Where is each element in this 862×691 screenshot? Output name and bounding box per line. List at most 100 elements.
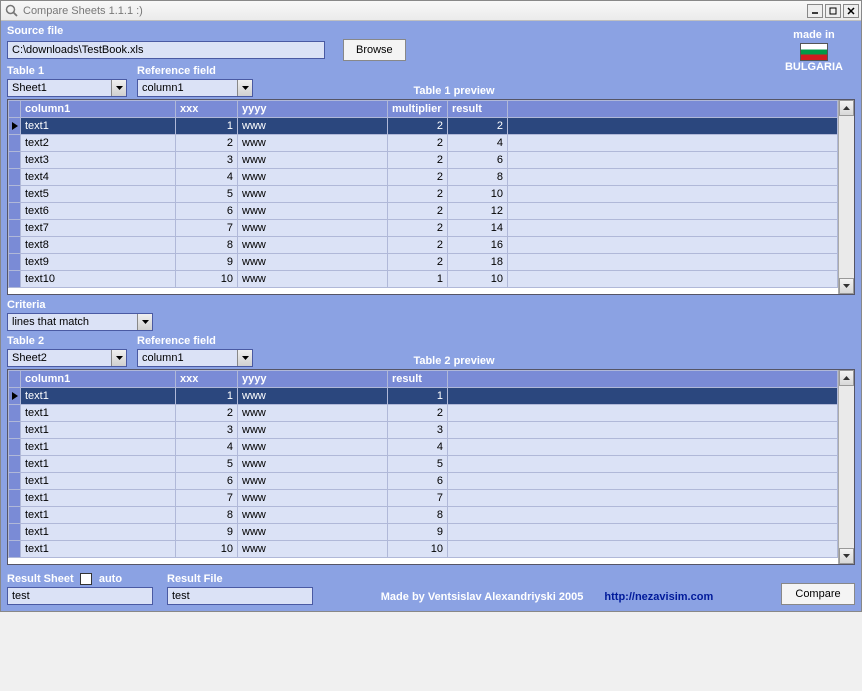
table-row[interactable]: text15www5 bbox=[9, 456, 838, 473]
cell[interactable]: 5 bbox=[176, 456, 238, 473]
cell[interactable]: 9 bbox=[176, 524, 238, 541]
criteria-select[interactable]: lines that match bbox=[7, 313, 153, 331]
cell[interactable]: text1 bbox=[21, 118, 176, 135]
cell[interactable]: 1 bbox=[388, 271, 448, 288]
cell[interactable]: text4 bbox=[21, 169, 176, 186]
cell[interactable]: www bbox=[238, 405, 388, 422]
cell[interactable]: 1 bbox=[176, 118, 238, 135]
table-row[interactable]: text99www218 bbox=[9, 254, 838, 271]
cell[interactable]: 2 bbox=[176, 135, 238, 152]
column-header[interactable]: result bbox=[388, 371, 448, 388]
cell[interactable]: 9 bbox=[176, 254, 238, 271]
cell[interactable]: 2 bbox=[388, 135, 448, 152]
table1-grid[interactable]: column1xxxyyyymultiplierresulttext11www2… bbox=[7, 99, 855, 295]
cell[interactable]: www bbox=[238, 422, 388, 439]
table2-select[interactable]: Sheet2 bbox=[7, 349, 127, 367]
cell[interactable]: www bbox=[238, 203, 388, 220]
cell[interactable]: 6 bbox=[176, 473, 238, 490]
cell[interactable]: 5 bbox=[388, 456, 448, 473]
cell[interactable]: text1 bbox=[21, 541, 176, 558]
cell[interactable]: www bbox=[238, 271, 388, 288]
cell[interactable]: www bbox=[238, 490, 388, 507]
cell[interactable]: 4 bbox=[448, 135, 508, 152]
cell[interactable]: www bbox=[238, 135, 388, 152]
cell[interactable]: 3 bbox=[176, 422, 238, 439]
cell[interactable]: text3 bbox=[21, 152, 176, 169]
cell[interactable]: 18 bbox=[448, 254, 508, 271]
cell[interactable]: 1 bbox=[388, 388, 448, 405]
chevron-down-icon[interactable] bbox=[137, 314, 152, 330]
browse-button[interactable]: Browse bbox=[343, 39, 406, 61]
table-row[interactable]: text44www28 bbox=[9, 169, 838, 186]
cell[interactable]: 2 bbox=[388, 169, 448, 186]
cell[interactable]: 4 bbox=[176, 169, 238, 186]
minimize-button[interactable] bbox=[807, 4, 823, 18]
cell[interactable]: text1 bbox=[21, 439, 176, 456]
column-header[interactable]: column1 bbox=[21, 101, 176, 118]
table2-scrollbar[interactable] bbox=[838, 370, 854, 564]
table-row[interactable]: text66www212 bbox=[9, 203, 838, 220]
source-file-input[interactable] bbox=[7, 41, 325, 59]
table-row[interactable]: text19www9 bbox=[9, 524, 838, 541]
scroll-down-icon[interactable] bbox=[839, 548, 854, 564]
table-row[interactable]: text14www4 bbox=[9, 439, 838, 456]
cell[interactable]: 9 bbox=[388, 524, 448, 541]
cell[interactable]: 4 bbox=[388, 439, 448, 456]
cell[interactable]: 2 bbox=[388, 118, 448, 135]
column-header[interactable]: yyyy bbox=[238, 101, 388, 118]
cell[interactable]: 7 bbox=[176, 220, 238, 237]
cell[interactable]: www bbox=[238, 541, 388, 558]
cell[interactable]: www bbox=[238, 473, 388, 490]
table-row[interactable]: text88www216 bbox=[9, 237, 838, 254]
chevron-down-icon[interactable] bbox=[111, 350, 126, 366]
cell[interactable]: 1 bbox=[176, 388, 238, 405]
cell[interactable]: 14 bbox=[448, 220, 508, 237]
compare-button[interactable]: Compare bbox=[781, 583, 855, 605]
cell[interactable]: text1 bbox=[21, 405, 176, 422]
cell[interactable]: text1 bbox=[21, 388, 176, 405]
cell[interactable]: 5 bbox=[176, 186, 238, 203]
cell[interactable]: text2 bbox=[21, 135, 176, 152]
cell[interactable]: text1 bbox=[21, 473, 176, 490]
cell[interactable]: www bbox=[238, 169, 388, 186]
cell[interactable]: 10 bbox=[388, 541, 448, 558]
table2-grid[interactable]: column1xxxyyyyresulttext11www1text12www2… bbox=[7, 369, 855, 565]
scroll-up-icon[interactable] bbox=[839, 370, 854, 386]
table-row[interactable]: text77www214 bbox=[9, 220, 838, 237]
cell[interactable]: 6 bbox=[448, 152, 508, 169]
scroll-up-icon[interactable] bbox=[839, 100, 854, 116]
cell[interactable]: 3 bbox=[388, 422, 448, 439]
cell[interactable]: 16 bbox=[448, 237, 508, 254]
table-row[interactable]: text12www2 bbox=[9, 405, 838, 422]
table-row[interactable]: text16www6 bbox=[9, 473, 838, 490]
cell[interactable]: www bbox=[238, 524, 388, 541]
cell[interactable]: 8 bbox=[176, 237, 238, 254]
cell[interactable]: www bbox=[238, 439, 388, 456]
cell[interactable]: text1 bbox=[21, 524, 176, 541]
cell[interactable]: text1 bbox=[21, 422, 176, 439]
cell[interactable]: text8 bbox=[21, 237, 176, 254]
cell[interactable]: 10 bbox=[448, 271, 508, 288]
cell[interactable]: www bbox=[238, 456, 388, 473]
result-sheet-input[interactable] bbox=[7, 587, 153, 605]
chevron-down-icon[interactable] bbox=[111, 80, 126, 96]
table2-ref-select[interactable]: column1 bbox=[137, 349, 253, 367]
cell[interactable]: 8 bbox=[176, 507, 238, 524]
column-header[interactable]: xxx bbox=[176, 371, 238, 388]
chevron-down-icon[interactable] bbox=[237, 80, 252, 96]
cell[interactable]: 2 bbox=[388, 152, 448, 169]
table-row[interactable]: text17www7 bbox=[9, 490, 838, 507]
cell[interactable]: 2 bbox=[388, 237, 448, 254]
cell[interactable]: 2 bbox=[388, 186, 448, 203]
cell[interactable]: 10 bbox=[176, 271, 238, 288]
cell[interactable]: www bbox=[238, 186, 388, 203]
cell[interactable]: 7 bbox=[388, 490, 448, 507]
cell[interactable]: 2 bbox=[388, 405, 448, 422]
table-row[interactable]: text18www8 bbox=[9, 507, 838, 524]
cell[interactable]: 8 bbox=[388, 507, 448, 524]
cell[interactable]: text6 bbox=[21, 203, 176, 220]
cell[interactable]: www bbox=[238, 152, 388, 169]
cell[interactable]: www bbox=[238, 388, 388, 405]
cell[interactable]: text1 bbox=[21, 456, 176, 473]
cell[interactable]: www bbox=[238, 118, 388, 135]
